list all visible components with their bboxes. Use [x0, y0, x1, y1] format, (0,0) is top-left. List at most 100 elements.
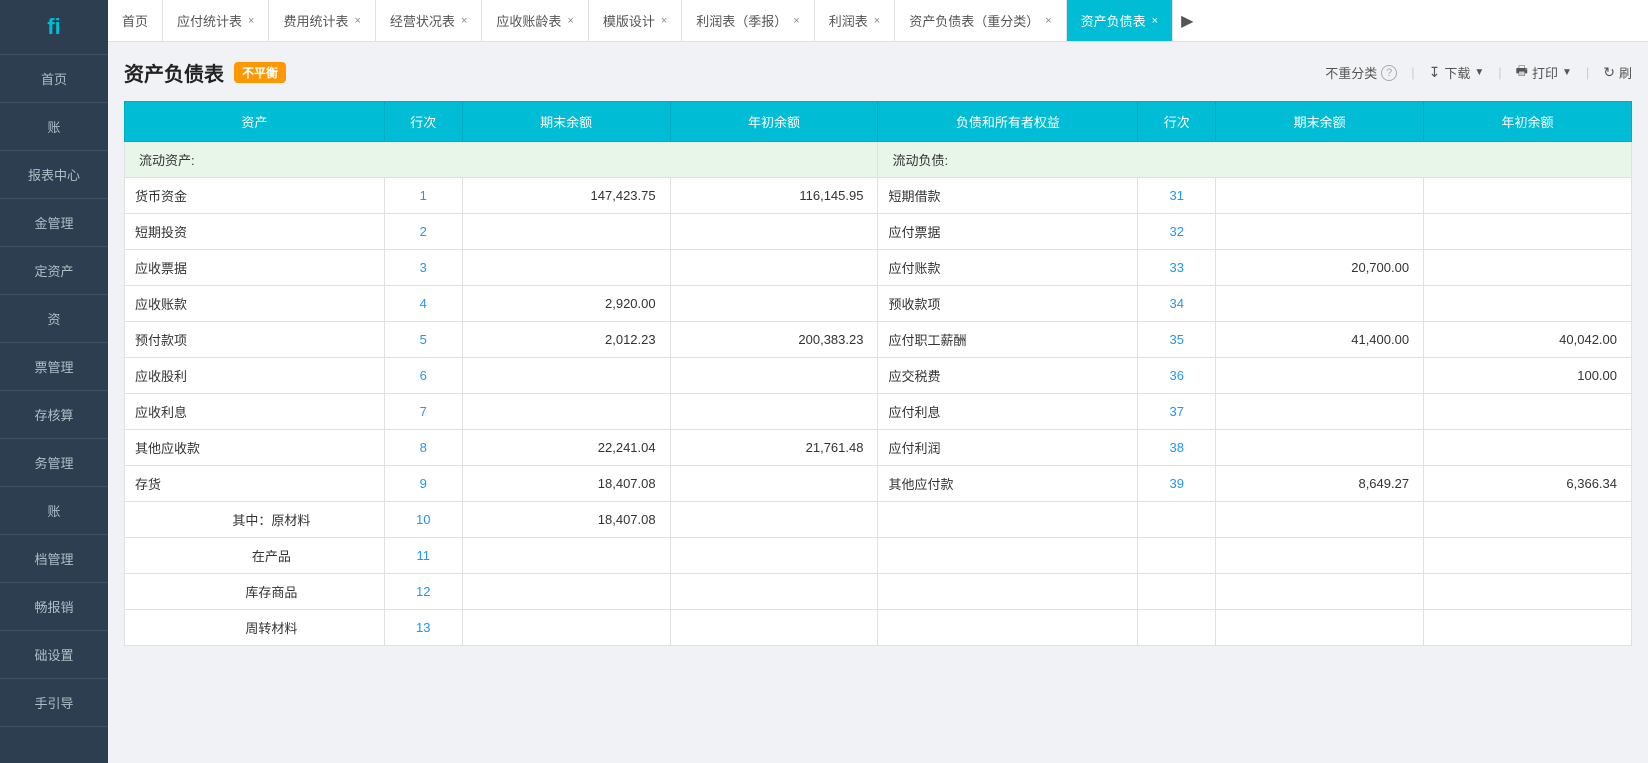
action-divider-1: | — [1411, 65, 1414, 80]
ending-balance-asset: 2,012.23 — [462, 322, 670, 358]
row-num-asset: 3 — [384, 250, 462, 286]
tab-profit[interactable]: 利润表 × — [815, 0, 895, 42]
tab-template-design[interactable]: 模版设计 × — [589, 0, 682, 42]
sidebar-item-guide[interactable]: 手引导 — [0, 679, 108, 727]
download-arrow: ▼ — [1474, 67, 1484, 78]
ending-balance-liability: 8,649.27 — [1216, 466, 1424, 502]
beginning-balance-liability — [1424, 286, 1632, 322]
download-label: 下载 — [1444, 63, 1470, 82]
ending-balance-liability — [1216, 538, 1424, 574]
table-row[interactable]: 库存商品 12 — [125, 574, 1632, 610]
sidebar-item-fund[interactable]: 金管理 — [0, 199, 108, 247]
tab-expense-stats[interactable]: 费用统计表 × — [269, 0, 375, 42]
th-beginning-balance2: 年初余额 — [1424, 102, 1632, 142]
sidebar-item-expense[interactable]: 畅报销 — [0, 583, 108, 631]
beginning-balance-asset — [670, 502, 878, 538]
liability-label — [878, 538, 1138, 574]
tab-business-status[interactable]: 经营状况表 × — [376, 0, 482, 42]
tab-payable-stats[interactable]: 应付统计表 × — [163, 0, 269, 42]
tab-close-balance[interactable]: × — [1152, 15, 1158, 27]
liability-label: 应付账款 — [878, 250, 1138, 286]
ending-balance-liability — [1216, 502, 1424, 538]
table-row[interactable]: 其他应收款 8 22,241.04 21,761.48 应付利润 38 — [125, 430, 1632, 466]
row-num-asset: 11 — [384, 538, 462, 574]
table-row[interactable]: 预付款项 5 2,012.23 200,383.23 应付职工薪酬 35 41,… — [125, 322, 1632, 358]
refresh-btn[interactable]: ↻ 刷 — [1603, 63, 1632, 82]
table-row[interactable]: 周转材料 13 — [125, 610, 1632, 646]
beginning-balance-asset — [670, 214, 878, 250]
row-num-asset: 1 — [384, 178, 462, 214]
tab-scroll-arrow[interactable]: ▶ — [1173, 0, 1201, 42]
ending-balance-liability — [1216, 430, 1424, 466]
sidebar-item-report-center[interactable]: 报表中心 — [0, 151, 108, 199]
page-header: 资产负债表 不平衡 不重分类 ? | ↧ 下载 ▼ | 🖶 打印 ▼ — [124, 58, 1632, 87]
row-num-asset: 4 — [384, 286, 462, 322]
unbalanced-badge: 不平衡 — [234, 62, 286, 83]
ending-balance-liability — [1216, 394, 1424, 430]
liability-label: 应付利润 — [878, 430, 1138, 466]
asset-label: 短期投资 — [125, 214, 385, 250]
table-row[interactable]: 应收账款 4 2,920.00 预收款项 34 — [125, 286, 1632, 322]
row-num-liability: 39 — [1138, 466, 1216, 502]
tab-balance[interactable]: 资产负债表 × — [1067, 0, 1173, 42]
section-asset-label: 流动资产: — [125, 142, 878, 178]
sidebar-item-home[interactable]: 首页 — [0, 55, 108, 103]
tab-home[interactable]: 首页 — [108, 0, 163, 42]
liability-label: 应付利息 — [878, 394, 1138, 430]
table-row[interactable]: 应收利息 7 应付利息 37 — [125, 394, 1632, 430]
tab-close-payable[interactable]: × — [248, 15, 254, 27]
header-actions: 不重分类 ? | ↧ 下载 ▼ | 🖶 打印 ▼ | ↻ 刷 — [1325, 62, 1632, 84]
sidebar-item-invoice[interactable]: 票管理 — [0, 343, 108, 391]
th-beginning-balance: 年初余额 — [670, 102, 878, 142]
tab-receivable-aging[interactable]: 应收账龄表 × — [482, 0, 588, 42]
beginning-balance-asset: 200,383.23 — [670, 322, 878, 358]
tab-close-profit[interactable]: × — [874, 15, 880, 27]
table-row[interactable]: 应收票据 3 应付账款 33 20,700.00 — [125, 250, 1632, 286]
question-icon[interactable]: ? — [1381, 65, 1397, 81]
tab-close-business[interactable]: × — [461, 15, 467, 27]
asset-label: 应收股利 — [125, 358, 385, 394]
ending-balance-liability — [1216, 358, 1424, 394]
sidebar-item-inventory[interactable]: 存核算 — [0, 391, 108, 439]
row-num-liability — [1138, 502, 1216, 538]
asset-label: 货币资金 — [125, 178, 385, 214]
ending-balance-asset: 18,407.08 — [462, 502, 670, 538]
row-num-asset: 10 — [384, 502, 462, 538]
liability-label — [878, 574, 1138, 610]
asset-label: 应收账款 — [125, 286, 385, 322]
asset-label: 库存商品 — [125, 574, 385, 610]
sidebar-logo[interactable]: fi — [0, 0, 108, 55]
ending-balance-asset: 18,407.08 — [462, 466, 670, 502]
table-row[interactable]: 其中：原材料 10 18,407.08 — [125, 502, 1632, 538]
sidebar-item-investment[interactable]: 资 — [0, 295, 108, 343]
sidebar-item-tax[interactable]: 务管理 — [0, 439, 108, 487]
ending-balance-asset: 147,423.75 — [462, 178, 670, 214]
ending-balance-liability — [1216, 178, 1424, 214]
download-btn[interactable]: ↧ 下载 ▼ — [1429, 63, 1485, 82]
th-ending-balance2: 期末余额 — [1216, 102, 1424, 142]
sidebar-item-account[interactable]: 账 — [0, 103, 108, 151]
row-num-asset: 6 — [384, 358, 462, 394]
tab-close-template[interactable]: × — [661, 15, 667, 27]
table-row[interactable]: 存货 9 18,407.08 其他应付款 39 8,649.27 6,366.3… — [125, 466, 1632, 502]
ending-balance-asset — [462, 538, 670, 574]
ending-balance-liability: 20,700.00 — [1216, 250, 1424, 286]
tab-close-expense[interactable]: × — [354, 15, 360, 27]
tab-close-balance-re[interactable]: × — [1045, 15, 1051, 27]
section-liability-label: 流动负债: — [878, 142, 1632, 178]
sidebar-item-fixed-assets[interactable]: 定资产 — [0, 247, 108, 295]
tab-close-aging[interactable]: × — [567, 15, 573, 27]
tab-profit-quarterly[interactable]: 利润表（季报） × — [682, 0, 814, 42]
sidebar-item-ledger[interactable]: 账 — [0, 487, 108, 535]
table-row[interactable]: 在产品 11 — [125, 538, 1632, 574]
tab-close-profit-q[interactable]: × — [793, 15, 799, 27]
sidebar-item-base-settings[interactable]: 础设置 — [0, 631, 108, 679]
table-row[interactable]: 短期投资 2 应付票据 32 — [125, 214, 1632, 250]
th-asset: 资产 — [125, 102, 385, 142]
tab-balance-reclassified[interactable]: 资产负债表（重分类） × — [895, 0, 1066, 42]
table-row[interactable]: 货币资金 1 147,423.75 116,145.95 短期借款 31 — [125, 178, 1632, 214]
print-btn[interactable]: 🖶 打印 ▼ — [1516, 62, 1572, 84]
sidebar-item-file[interactable]: 档管理 — [0, 535, 108, 583]
not-reclassify-btn[interactable]: 不重分类 ? — [1325, 63, 1397, 82]
table-row[interactable]: 应收股利 6 应交税费 36 100.00 — [125, 358, 1632, 394]
